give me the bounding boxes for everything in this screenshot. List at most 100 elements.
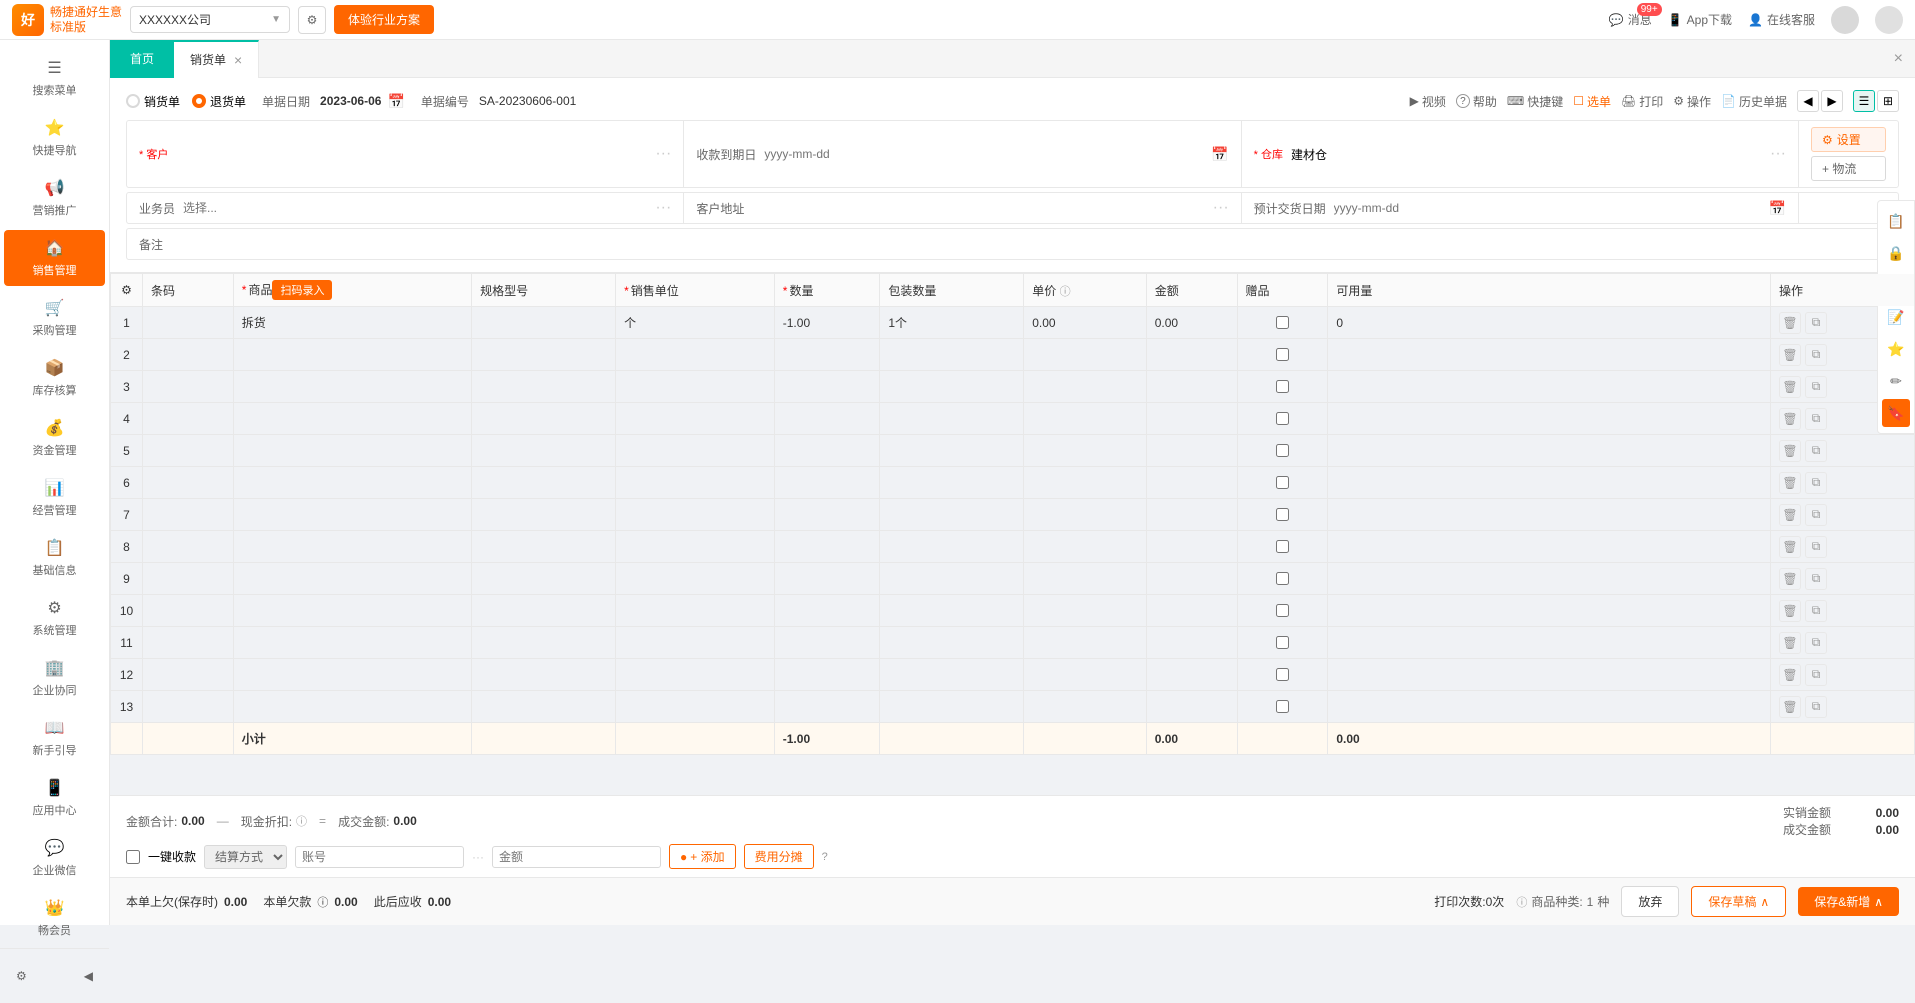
select-btn[interactable]: ☐ 选单 <box>1573 93 1611 110</box>
tab-sales-order[interactable]: 销货单 × <box>174 40 259 78</box>
sidebar-item-app-center[interactable]: 📱 应用中心 <box>4 770 105 826</box>
copy-row-5-button[interactable]: ⧉ <box>1805 440 1827 462</box>
float-lock-button[interactable]: 🔒 <box>1882 239 1910 267</box>
gift-checkbox-5[interactable] <box>1276 444 1289 457</box>
gift-checkbox-9[interactable] <box>1276 572 1289 585</box>
operation-btn[interactable]: ⚙ 操作 <box>1673 93 1711 110</box>
settings-icon[interactable]: ⚙ <box>298 6 326 34</box>
arrears-tip-icon[interactable]: ⓘ <box>317 894 328 910</box>
product-1[interactable]: 拆货 <box>233 307 471 339</box>
setting-button[interactable]: ⚙ 设置 <box>1811 127 1886 152</box>
expense-tip-icon[interactable]: ? <box>822 851 828 863</box>
grid-view-btn[interactable]: ⊞ <box>1877 90 1899 112</box>
payment-due-calendar-icon[interactable]: 📅 <box>1211 146 1228 163</box>
delete-row-4-button[interactable]: 🗑 <box>1779 408 1801 430</box>
copy-row-6-button[interactable]: ⧉ <box>1805 472 1827 494</box>
copy-row-3-button[interactable]: ⧉ <box>1805 376 1827 398</box>
tab-home[interactable]: 首页 <box>110 40 174 78</box>
customer-input[interactable] <box>172 145 655 163</box>
sidebar-item-quick-nav[interactable]: ⭐ 快捷导航 <box>4 110 105 166</box>
unit-1[interactable]: 个 <box>616 307 775 339</box>
delivery-calendar-icon[interactable]: 📅 <box>1769 200 1786 217</box>
discount-tip-icon[interactable]: ⓘ <box>296 813 307 829</box>
float-clipboard-button[interactable]: 📋 <box>1882 207 1910 235</box>
delete-row-5-button[interactable]: 🗑 <box>1779 440 1801 462</box>
sidebar-item-member[interactable]: 👑 畅会员 <box>4 890 105 946</box>
sidebar-item-basic[interactable]: 📋 基础信息 <box>4 530 105 586</box>
float-note-button[interactable]: 📝 <box>1882 303 1910 331</box>
list-view-btn[interactable]: ☰ <box>1853 90 1875 112</box>
remark-input[interactable] <box>167 235 1886 253</box>
gift-checkbox-11[interactable] <box>1276 636 1289 649</box>
sidebar-item-operations[interactable]: 📊 经营管理 <box>4 470 105 526</box>
account-input[interactable] <box>295 846 464 868</box>
sidebar-settings-button[interactable]: ⚙ <box>8 961 35 991</box>
gift-checkbox-7[interactable] <box>1276 508 1289 521</box>
salesman-picker-icon[interactable]: ··· <box>655 199 671 217</box>
sidebar-collapse-button[interactable]: ◀ <box>76 961 101 991</box>
delete-row-1-button[interactable]: 🗑 <box>1779 312 1801 334</box>
copy-row-12-button[interactable]: ⧉ <box>1805 664 1827 686</box>
dots-icon[interactable]: ··· <box>472 850 484 864</box>
copy-row-9-button[interactable]: ⧉ <box>1805 568 1827 590</box>
sidebar-item-purchase[interactable]: 🛒 采购管理 <box>4 290 105 346</box>
settle-method-select[interactable]: 结算方式 <box>204 845 287 869</box>
shortcut-btn[interactable]: ⌨ 快捷键 <box>1507 93 1563 110</box>
video-btn[interactable]: ▶ 视频 <box>1410 93 1446 110</box>
gift-checkbox-1[interactable] <box>1276 316 1289 329</box>
expense-split-button[interactable]: 费用分摊 <box>744 844 814 869</box>
message-button[interactable]: 💬 消息 99+ <box>1609 11 1652 28</box>
delete-row-11-button[interactable]: 🗑 <box>1779 632 1801 654</box>
radio-return-order[interactable]: 退货单 <box>192 93 246 110</box>
company-selector[interactable]: XXXXXX公司 ▼ <box>130 6 290 33</box>
copy-row-1-button[interactable]: ⧉ <box>1805 312 1827 334</box>
tab-close-icon[interactable]: × <box>234 52 242 68</box>
next-arrow[interactable]: ▶ <box>1821 90 1843 112</box>
trial-button[interactable]: 体验行业方案 <box>334 5 434 34</box>
sidebar-item-enterprise[interactable]: 🏢 企业协同 <box>4 650 105 706</box>
avatar2[interactable] <box>1875 6 1903 34</box>
gift-checkbox-12[interactable] <box>1276 668 1289 681</box>
salesman-input[interactable] <box>179 199 655 217</box>
delete-row-13-button[interactable]: 🗑 <box>1779 696 1801 718</box>
gift-checkbox-2[interactable] <box>1276 348 1289 361</box>
sidebar-item-finance[interactable]: 💰 资金管理 <box>4 410 105 466</box>
copy-row-8-button[interactable]: ⧉ <box>1805 536 1827 558</box>
tab-close-all-button[interactable]: × <box>1894 50 1915 68</box>
radio-sales-order[interactable]: 销货单 <box>126 93 180 110</box>
app-download-button[interactable]: 📱 App下载 <box>1668 11 1732 28</box>
copy-row-10-button[interactable]: ⧉ <box>1805 600 1827 622</box>
sidebar-item-guide[interactable]: 📖 新手引导 <box>4 710 105 766</box>
delete-row-2-button[interactable]: 🗑 <box>1779 344 1801 366</box>
float-star-button[interactable]: ⭐ <box>1882 335 1910 363</box>
delete-row-10-button[interactable]: 🗑 <box>1779 600 1801 622</box>
sidebar-item-inventory[interactable]: 📦 库存核算 <box>4 350 105 406</box>
delete-row-6-button[interactable]: 🗑 <box>1779 472 1801 494</box>
avatar[interactable] <box>1831 6 1859 34</box>
delete-row-7-button[interactable]: 🗑 <box>1779 504 1801 526</box>
price-1[interactable]: 0.00 <box>1024 307 1147 339</box>
save-new-button[interactable]: 保存&新增 ∧ <box>1798 887 1899 916</box>
customer-picker-icon[interactable]: ··· <box>655 145 671 163</box>
warehouse-picker-icon[interactable]: ··· <box>1770 145 1786 163</box>
qty-1[interactable]: -1.00 <box>774 307 880 339</box>
one-key-payment-checkbox[interactable] <box>126 850 140 864</box>
addr-picker-icon[interactable]: ··· <box>1213 199 1229 217</box>
float-edit-button[interactable]: ✏ <box>1882 367 1910 395</box>
barcode-1[interactable] <box>143 307 234 339</box>
copy-row-2-button[interactable]: ⧉ <box>1805 344 1827 366</box>
gift-1[interactable] <box>1237 307 1328 339</box>
sidebar-item-wechat[interactable]: 💬 企业微信 <box>4 830 105 886</box>
copy-row-7-button[interactable]: ⧉ <box>1805 504 1827 526</box>
sidebar-item-sales[interactable]: 🏠 销售管理 <box>4 230 105 286</box>
delete-row-8-button[interactable]: 🗑 <box>1779 536 1801 558</box>
date-calendar-icon[interactable]: 📅 <box>387 93 404 110</box>
online-service-button[interactable]: 👤 在线客服 <box>1748 11 1815 28</box>
copy-row-13-button[interactable]: ⧉ <box>1805 696 1827 718</box>
gift-checkbox-10[interactable] <box>1276 604 1289 617</box>
payment-amount-input[interactable] <box>492 846 661 868</box>
gift-checkbox-6[interactable] <box>1276 476 1289 489</box>
th-settings[interactable]: ⚙ <box>111 274 143 307</box>
payment-due-input[interactable] <box>760 145 1211 163</box>
customer-addr-input[interactable] <box>748 199 1212 217</box>
